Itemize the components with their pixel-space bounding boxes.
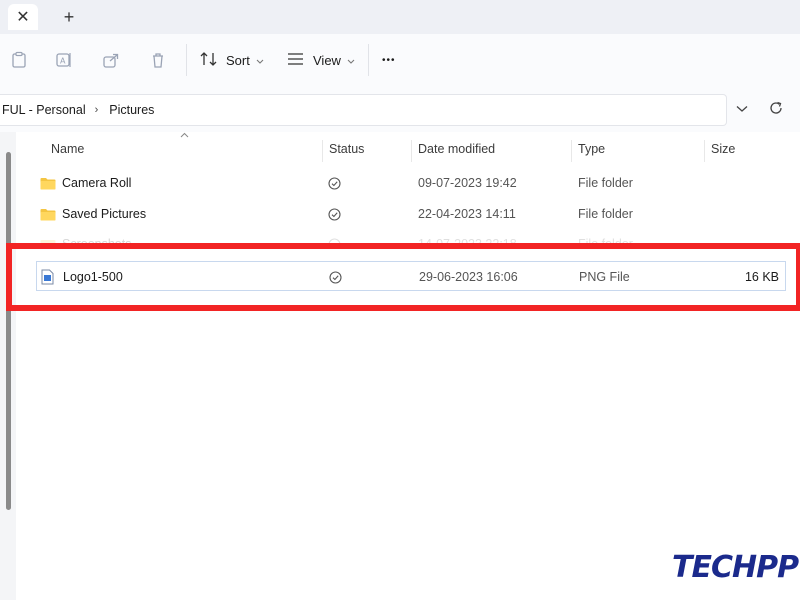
column-divider[interactable] xyxy=(322,140,323,162)
sort-label: Sort xyxy=(226,52,250,68)
column-header-name[interactable]: Name xyxy=(51,132,84,166)
breadcrumb-personal[interactable]: FUL - Personal xyxy=(2,103,86,117)
tab-bar: ✕ + xyxy=(0,0,800,34)
sort-icon xyxy=(200,51,218,70)
breadcrumb-separator-icon: › xyxy=(94,104,99,116)
delete-icon[interactable] xyxy=(145,47,171,73)
view-button[interactable]: View xyxy=(287,46,355,74)
file-row-saved-pictures[interactable]: Saved Pictures 22-04-2023 14:11 File fol… xyxy=(36,199,786,229)
address-bar[interactable]: FUL - Personal › Pictures xyxy=(0,94,727,126)
sync-status-icon xyxy=(328,168,341,198)
navigation-scrollbar[interactable] xyxy=(6,152,11,510)
column-divider[interactable] xyxy=(704,140,705,162)
address-bar-area: FUL - Personal › Pictures xyxy=(0,86,800,132)
file-name: Camera Roll xyxy=(62,176,132,190)
refresh-icon[interactable] xyxy=(766,98,786,118)
list-view-icon xyxy=(287,52,305,69)
sort-ascending-icon xyxy=(180,130,189,140)
file-type: File folder xyxy=(578,176,633,190)
new-tab-button[interactable]: + xyxy=(58,4,80,30)
view-label: View xyxy=(313,52,341,68)
column-divider[interactable] xyxy=(571,140,572,162)
column-header-date[interactable]: Date modified xyxy=(418,132,495,166)
folder-icon xyxy=(40,176,56,190)
sync-status-icon xyxy=(328,199,341,229)
chevron-down-icon xyxy=(256,53,264,68)
close-tab-button[interactable]: ✕ xyxy=(8,4,38,30)
file-date: 09-07-2023 19:42 xyxy=(418,176,517,190)
file-date: 22-04-2023 14:11 xyxy=(418,207,516,221)
techpp-logo: TECHPP xyxy=(672,550,799,585)
paste-icon[interactable] xyxy=(6,47,32,73)
folder-icon xyxy=(40,207,56,221)
chevron-down-icon xyxy=(347,53,355,68)
share-icon[interactable] xyxy=(98,47,124,73)
column-header-row: Name Status Date modified Type Size xyxy=(16,132,800,166)
column-header-size[interactable]: Size xyxy=(711,132,735,166)
toolbar-divider xyxy=(186,44,187,76)
file-name: Saved Pictures xyxy=(62,207,147,221)
address-history-chevron-icon[interactable] xyxy=(733,99,751,119)
sort-button[interactable]: Sort xyxy=(200,46,264,74)
more-icon: ••• xyxy=(382,54,396,66)
file-row-camera-roll[interactable]: Camera Roll 09-07-2023 19:42 File folder xyxy=(36,168,786,198)
column-header-type[interactable]: Type xyxy=(578,132,605,166)
column-header-status[interactable]: Status xyxy=(329,132,364,166)
rename-icon[interactable]: A xyxy=(51,47,77,73)
breadcrumb-pictures[interactable]: Pictures xyxy=(109,103,154,117)
highlight-annotation-box xyxy=(6,243,800,311)
svg-text:A: A xyxy=(60,57,66,66)
toolbar-divider xyxy=(368,44,369,76)
file-type: File folder xyxy=(578,207,633,221)
command-bar: A Sort View ••• xyxy=(0,34,800,86)
column-divider[interactable] xyxy=(411,140,412,162)
more-options-button[interactable]: ••• xyxy=(382,46,396,74)
